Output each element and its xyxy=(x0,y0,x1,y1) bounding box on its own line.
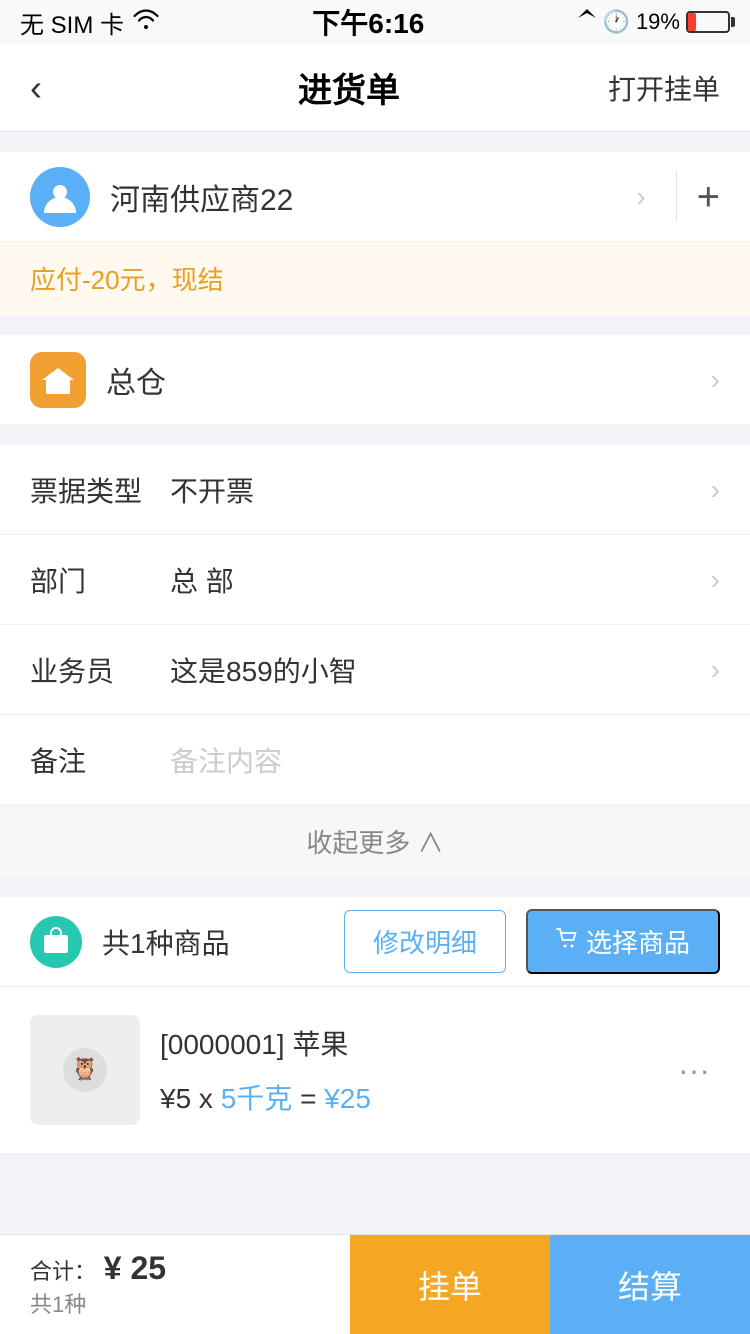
dept-row[interactable]: 部门 总 部 › xyxy=(0,535,750,625)
notice-row: 应付-20元，现结 xyxy=(0,242,750,315)
sales-value: 这是859的小智 xyxy=(150,650,711,690)
subtotal: ¥25 xyxy=(324,1083,371,1114)
alarm-icon: 🕐 xyxy=(603,9,630,35)
total-row: 合计： ¥ 25 xyxy=(30,1250,320,1287)
supplier-row[interactable]: 河南供应商22 › + xyxy=(0,152,750,242)
supplier-divider xyxy=(676,172,677,222)
dept-chevron: › xyxy=(711,564,720,596)
battery-icon xyxy=(686,11,730,33)
top-divider xyxy=(0,132,750,152)
total-count: 共1种 xyxy=(30,1287,320,1319)
warehouse-row[interactable]: 总仓 › xyxy=(0,335,750,425)
product-info: [0000001] 苹果 ¥5 x 5千克 = ¥25 xyxy=(160,1023,648,1117)
carrier-label: 无 SIM 卡 xyxy=(20,5,124,40)
divider-1 xyxy=(0,315,750,335)
bottom-spacer xyxy=(0,1154,750,1174)
status-bar: 无 SIM 卡 下午6:16 🕐 19% xyxy=(0,0,750,44)
divider-3 xyxy=(0,877,750,897)
warehouse-chevron: › xyxy=(711,364,720,396)
sales-label: 业务员 xyxy=(30,650,150,690)
notice-text: 应付-20元，现结 xyxy=(30,265,224,295)
remark-row[interactable]: 备注 备注内容 xyxy=(0,715,750,805)
warehouse-label: 总仓 xyxy=(106,358,711,402)
product-title: 苹果 xyxy=(292,1029,348,1060)
open-hang-button[interactable]: 打开挂单 xyxy=(608,68,720,108)
equals-sign: = xyxy=(300,1083,324,1114)
products-icon xyxy=(30,916,82,968)
dept-label: 部门 xyxy=(30,560,150,600)
collapse-toggle[interactable]: 收起更多 ∧ xyxy=(0,805,750,877)
product-name: [0000001] 苹果 xyxy=(160,1023,648,1063)
supplier-name: 河南供应商22 xyxy=(110,175,636,219)
bottom-bar: 合计： ¥ 25 共1种 挂单 结算 xyxy=(0,1234,750,1334)
location-icon xyxy=(577,8,597,36)
dept-value: 总 部 xyxy=(150,560,711,600)
remark-placeholder: 备注内容 xyxy=(150,740,720,780)
back-button[interactable]: ‹ xyxy=(30,67,90,109)
warehouse-icon xyxy=(30,352,86,408)
product-code: [0000001] xyxy=(160,1029,292,1060)
total-section: 合计： ¥ 25 共1种 xyxy=(0,1250,350,1319)
supplier-chevron: › xyxy=(636,181,645,213)
status-bar-time: 下午6:16 xyxy=(312,2,424,42)
product-price: ¥5 x 5千克 = ¥25 xyxy=(160,1077,648,1117)
invoice-chevron: › xyxy=(711,474,720,506)
total-label: 合计： xyxy=(30,1259,96,1284)
more-options-button[interactable]: ··· xyxy=(668,1042,720,1099)
sales-row[interactable]: 业务员 这是859的小智 › xyxy=(0,625,750,715)
table-row: 🦉 [0000001] 苹果 ¥5 x 5千克 = ¥25 ··· xyxy=(0,987,750,1154)
product-list: 🦉 [0000001] 苹果 ¥5 x 5千克 = ¥25 ··· xyxy=(0,987,750,1154)
supplier-avatar xyxy=(30,167,90,227)
collapse-label: 收起更多 ∧ xyxy=(306,823,443,860)
quantity: 5千克 xyxy=(221,1083,293,1114)
divider-2 xyxy=(0,425,750,445)
edit-detail-button[interactable]: 修改明细 xyxy=(344,910,506,973)
battery-percent: 19% xyxy=(636,9,680,35)
invoice-label: 票据类型 xyxy=(30,470,150,510)
remark-label: 备注 xyxy=(30,740,150,780)
invoice-row[interactable]: 票据类型 不开票 › xyxy=(0,445,750,535)
unit-price: ¥5 x xyxy=(160,1083,221,1114)
sales-chevron: › xyxy=(711,654,720,686)
hang-button[interactable]: 挂单 xyxy=(350,1235,550,1334)
status-bar-right: 🕐 19% xyxy=(577,8,730,36)
supplier-section: 河南供应商22 › + 应付-20元，现结 xyxy=(0,152,750,315)
products-header: 共1种商品 修改明细 选择商品 xyxy=(0,897,750,987)
warehouse-section: 总仓 › xyxy=(0,335,750,425)
product-thumbnail: 🦉 xyxy=(30,1015,140,1125)
products-count: 共1种商品 xyxy=(102,922,324,962)
select-product-label: 选择商品 xyxy=(586,923,690,960)
wifi-icon xyxy=(132,8,160,36)
invoice-value: 不开票 xyxy=(150,470,711,510)
status-bar-left: 无 SIM 卡 xyxy=(20,5,160,40)
total-amount: ¥ 25 xyxy=(104,1250,166,1286)
svg-text:🦉: 🦉 xyxy=(71,1056,98,1081)
checkout-button[interactable]: 结算 xyxy=(550,1235,750,1334)
nav-title: 进货单 xyxy=(298,63,400,112)
select-product-button[interactable]: 选择商品 xyxy=(526,909,720,974)
form-section: 票据类型 不开票 › 部门 总 部 › 业务员 这是859的小智 › 备注 备注… xyxy=(0,445,750,805)
add-supplier-button[interactable]: + xyxy=(697,177,720,217)
nav-bar: ‹ 进货单 打开挂单 xyxy=(0,44,750,132)
cart-icon xyxy=(556,926,578,957)
